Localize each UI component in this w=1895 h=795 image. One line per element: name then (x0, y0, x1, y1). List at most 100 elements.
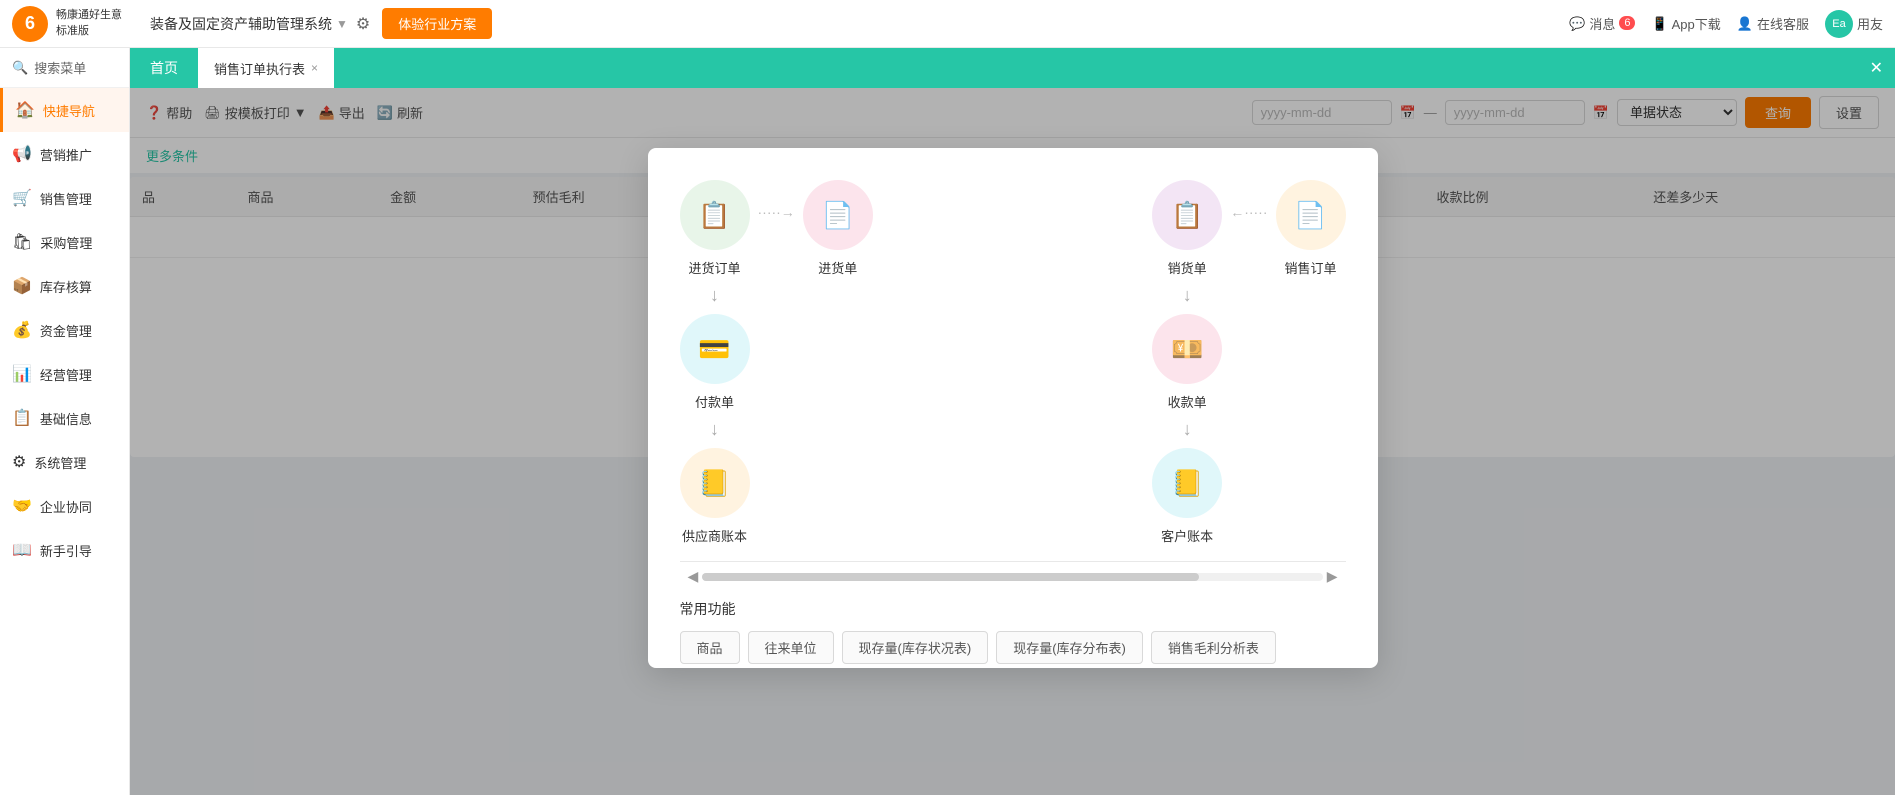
arrow-h-dashed-1: ·····→ (758, 180, 795, 220)
system-title-dropdown[interactable]: 装备及固定资产辅助管理系统 ▼ (142, 14, 348, 34)
sidebar-item-inventory[interactable]: 📦 库存核算 (0, 264, 129, 308)
sidebar-item-system[interactable]: ⚙ 系统管理 (0, 440, 129, 484)
common-functions-section: 常用功能 商品 往来单位 现存量(库存状况表) 现存量(库存分布表) 销售毛利分… (680, 599, 1346, 668)
logo-icon: 6 (12, 6, 48, 42)
customer-account-label: 客户账本 (1161, 526, 1213, 545)
sales-order-label: 销售订单 (1284, 258, 1336, 277)
sales-bill-icon: 📋 (1152, 180, 1222, 250)
search-icon: 🔍 (12, 60, 28, 76)
sidebar-item-enterprise[interactable]: 🤝 企业协同 (0, 484, 129, 528)
func-btn-sales-profit[interactable]: 销售毛利分析表 (1151, 631, 1276, 664)
sidebar: 🔍 搜索菜单 🏠 快捷导航 📢 营销推广 🛒 销售管理 🛍 采购管理 📦 (0, 48, 130, 795)
payment-label: 付款单 (695, 392, 734, 411)
receipt-label: 收款单 (1168, 392, 1207, 411)
system-icon: ⚙ (12, 452, 26, 472)
sidebar-item-purchase[interactable]: 🛍 采购管理 (0, 220, 129, 264)
app-download-button[interactable]: 📱 App下载 (1651, 14, 1720, 33)
scroll-right-icon[interactable]: ▶ (1327, 568, 1338, 585)
arrow-down-1: ↓ (710, 285, 719, 306)
sales-icon: 🛒 (12, 188, 32, 208)
purchase-icon: 🛍 (12, 232, 32, 252)
inventory-icon: 📦 (12, 276, 32, 296)
logo-area: 6 畅康通好生意 标准版 (12, 6, 142, 42)
home-icon: 🏠 (15, 100, 35, 120)
logo-text: 畅康通好生意 标准版 (56, 8, 122, 39)
sales-order-node[interactable]: 📄 销售订单 (1276, 180, 1346, 277)
close-all-tabs-button[interactable]: ✕ (1858, 58, 1895, 78)
message-badge: 6 (1619, 16, 1635, 30)
customer-account-icon: 📒 (1152, 448, 1222, 518)
scroll-left-icon[interactable]: ◀ (688, 568, 699, 585)
sales-bill-label: 销货单 (1168, 258, 1207, 277)
sales-bill-node[interactable]: 📋 销货单 (1152, 180, 1222, 277)
supplier-account-icon: 📒 (680, 448, 750, 518)
purchase-bill-node[interactable]: 📄 进货单 (803, 180, 873, 277)
basic-icon: 📋 (12, 408, 32, 428)
guide-icon: 📖 (12, 540, 32, 560)
tab-sales-order-execution[interactable]: 销售订单执行表 × (198, 48, 334, 88)
payment-node[interactable]: 💳 付款单 (680, 314, 750, 411)
func-btn-partner[interactable]: 往来单位 (748, 631, 834, 664)
top-right-actions: 💬 消息 6 📱 App下载 👤 在线客服 Ea 用友 (1569, 10, 1883, 38)
sidebar-item-sales[interactable]: 🛒 销售管理 (0, 176, 129, 220)
dropdown-arrow-icon: ▼ (336, 17, 348, 31)
marketing-icon: 📢 (12, 144, 32, 164)
receipt-icon: 💴 (1152, 314, 1222, 384)
arrow-h-dashed-2: ←····· (1230, 180, 1267, 220)
purchase-order-icon: 📋 (680, 180, 750, 250)
purchase-bill-label: 进货单 (818, 258, 857, 277)
modal-overlay: 📋 进货订单 ↓ 💳 付款单 (130, 88, 1895, 795)
avatar: Ea (1825, 10, 1853, 38)
search-menu-item[interactable]: 🔍 搜索菜单 (0, 48, 129, 88)
sidebar-item-marketing[interactable]: 📢 营销推广 (0, 132, 129, 176)
flow-modal: 📋 进货订单 ↓ 💳 付款单 (648, 148, 1378, 668)
message-button[interactable]: 💬 消息 6 (1569, 14, 1635, 33)
flow-mid-left-col: 📄 进货单 (803, 180, 873, 277)
service-icon: 👤 (1737, 16, 1753, 32)
sales-order-icon: 📄 (1276, 180, 1346, 250)
sidebar-item-finance[interactable]: 💰 资金管理 (0, 308, 129, 352)
receipt-node[interactable]: 💴 收款单 (1152, 314, 1222, 411)
func-btn-stock-dist[interactable]: 现存量(库存分布表) (996, 631, 1143, 664)
system-title: 装备及固定资产辅助管理系统 (150, 14, 332, 34)
operation-icon: 📊 (12, 364, 32, 384)
arrow-down-3: ↓ (1183, 285, 1192, 306)
tab-home[interactable]: 首页 (130, 48, 198, 88)
sidebar-item-operation[interactable]: 📊 经营管理 (0, 352, 129, 396)
sidebar-item-basic[interactable]: 📋 基础信息 (0, 396, 129, 440)
sidebar-item-guide[interactable]: 📖 新手引导 (0, 528, 129, 572)
main-area: 🔍 搜索菜单 🏠 快捷导航 📢 营销推广 🛒 销售管理 🛍 采购管理 📦 (0, 48, 1895, 795)
enterprise-icon: 🤝 (12, 496, 32, 516)
arrow-down-2: ↓ (710, 419, 719, 440)
purchase-bill-icon: 📄 (803, 180, 873, 250)
gear-icon[interactable]: ⚙ (356, 14, 370, 34)
scroll-thumb[interactable] (702, 573, 1198, 581)
func-btn-stock-status[interactable]: 现存量(库存状况表) (842, 631, 989, 664)
page-content: ❓ 帮助 🖨 按模板打印 ▼ 📤 导出 🔄 刷新 (130, 88, 1895, 795)
flow-diagram: 📋 进货订单 ↓ 💳 付款单 (680, 180, 1346, 545)
purchase-order-node[interactable]: 📋 进货订单 (680, 180, 750, 277)
flow-mid-right-col: 📋 销货单 ↓ 💴 收款单 (1152, 180, 1222, 545)
scroll-track (702, 573, 1322, 581)
supplier-account-label: 供应商账本 (682, 526, 747, 545)
finance-icon: 💰 (12, 320, 32, 340)
tab-close-icon[interactable]: × (311, 61, 318, 75)
sidebar-item-quick-nav[interactable]: 🏠 快捷导航 (0, 88, 129, 132)
online-service-button[interactable]: 👤 在线客服 (1737, 14, 1809, 33)
customer-account-node[interactable]: 📒 客户账本 (1152, 448, 1222, 545)
avatar-text: Ea (1825, 10, 1853, 38)
app-container: 6 畅康通好生意 标准版 装备及固定资产辅助管理系统 ▼ ⚙ 体验行业方案 💬 … (0, 0, 1895, 795)
top-bar: 6 畅康通好生意 标准版 装备及固定资产辅助管理系统 ▼ ⚙ 体验行业方案 💬 … (0, 0, 1895, 48)
tab-bar: 首页 销售订单执行表 × ✕ (130, 48, 1895, 88)
flow-right-col: 📄 销售订单 (1276, 180, 1346, 277)
func-buttons-row-1: 商品 往来单位 现存量(库存状况表) 现存量(库存分布表) 销售毛利分析表 商品… (680, 631, 1346, 668)
user-menu[interactable]: Ea 用友 (1825, 10, 1883, 38)
scroll-bar-area: ◀ ▶ (680, 561, 1346, 591)
supplier-account-node[interactable]: 📒 供应商账本 (680, 448, 750, 545)
flow-left-col: 📋 进货订单 ↓ 💳 付款单 (680, 180, 750, 545)
message-icon: 💬 (1569, 16, 1585, 32)
func-btn-goods[interactable]: 商品 (680, 631, 740, 664)
common-functions-title: 常用功能 (680, 599, 1346, 619)
trial-button[interactable]: 体验行业方案 (382, 8, 492, 39)
arrow-down-4: ↓ (1183, 419, 1192, 440)
